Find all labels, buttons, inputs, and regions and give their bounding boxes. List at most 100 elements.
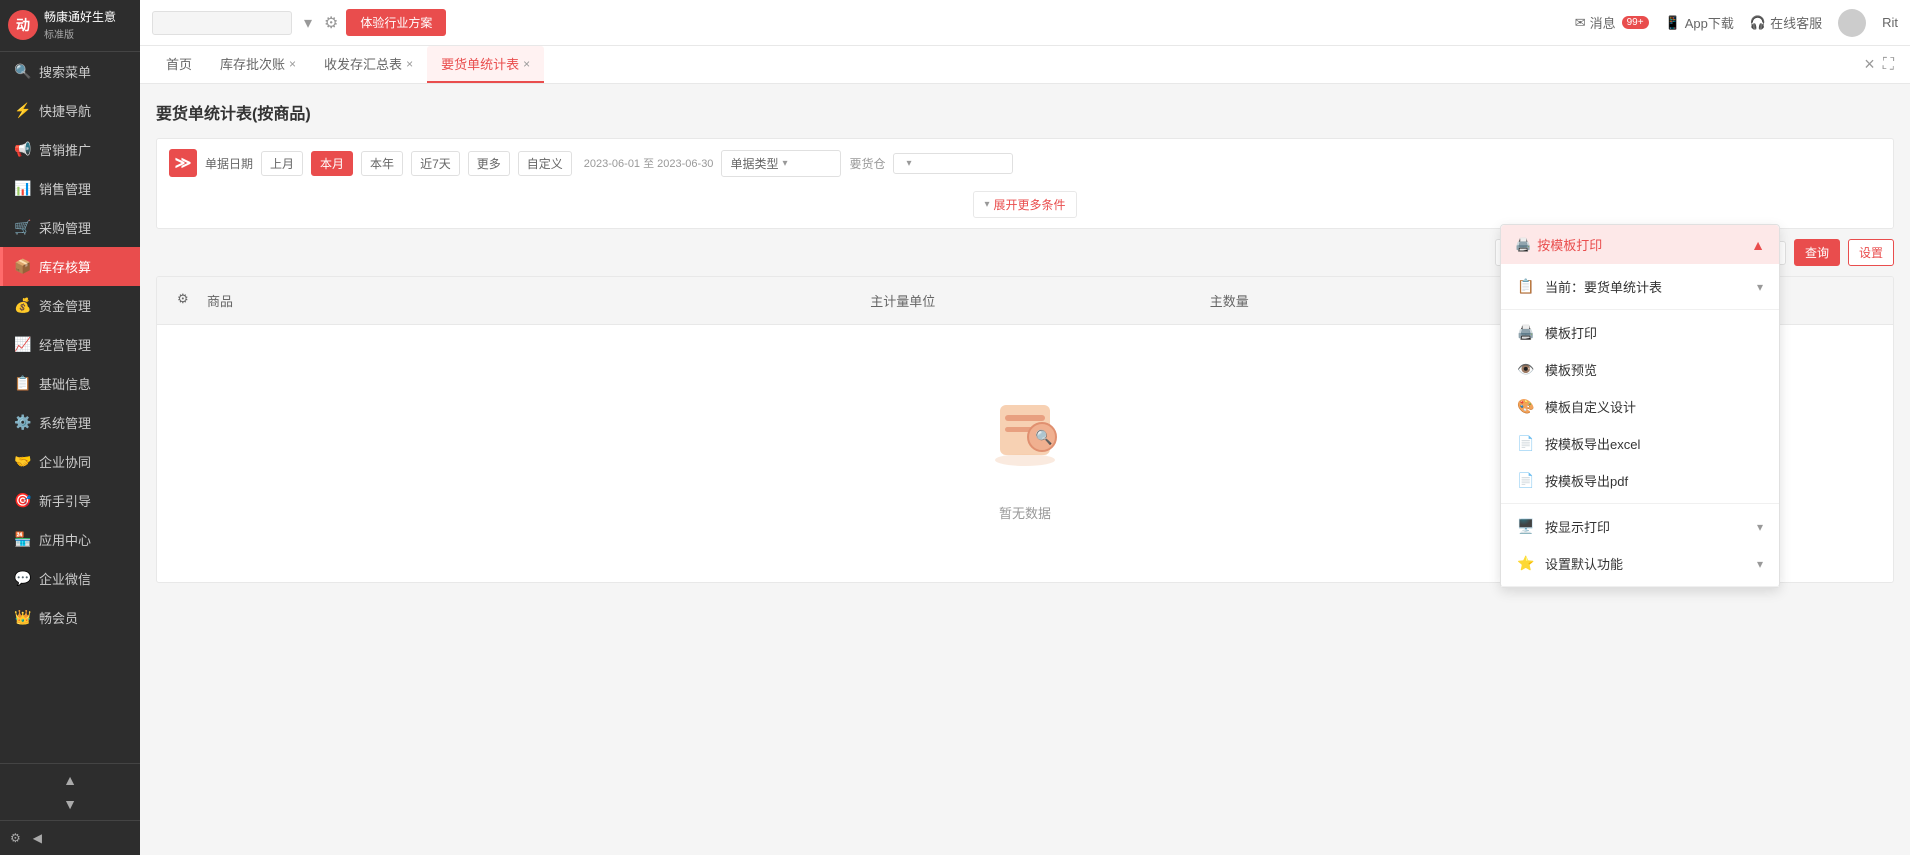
expand-filter-btn[interactable]: ▾ 展开更多条件 xyxy=(973,191,1076,218)
filter-row: ≫ 单据日期 上月 本月 本年 近7天 更多 自定义 2023-06-01 至 … xyxy=(169,149,1881,177)
sidebar-item-enterprise[interactable]: 🤝 企业协同 xyxy=(0,442,140,481)
sidebar-item-wechat[interactable]: 💬 企业微信 xyxy=(0,559,140,598)
appstore-icon: 🏪 xyxy=(13,531,33,548)
messages-badge: 99+ xyxy=(1622,16,1649,29)
message-icon: ✉ xyxy=(1575,15,1586,31)
col-gear[interactable]: ⚙ xyxy=(169,285,199,316)
online-service-btn[interactable]: 🎧 在线客服 xyxy=(1750,13,1822,32)
sidebar-logo: 动 畅康通好生意 标准版 xyxy=(0,0,140,52)
date-range-label: 2023-06-01 至 2023-06-30 xyxy=(584,155,714,171)
dropdown-item-export-pdf[interactable]: 📄 按模板导出pdf xyxy=(1501,462,1779,499)
template-preview-icon: 👁️ xyxy=(1517,361,1535,378)
dropdown-item-export-excel[interactable]: 📄 按模板导出excel xyxy=(1501,425,1779,462)
template-design-icon: 🎨 xyxy=(1517,398,1535,415)
tab-home[interactable]: 首页 xyxy=(152,46,206,83)
basic-icon: 📋 xyxy=(13,375,33,392)
current-arrow-icon: ▾ xyxy=(1757,280,1763,294)
export-excel-icon: 📄 xyxy=(1517,435,1535,452)
maximize-btn[interactable]: ⛶ xyxy=(1879,52,1898,78)
dropdown-main-items: 🖨️ 模板打印 👁️ 模板预览 🎨 模板自定义设计 📄 按模板导出excel 📄 xyxy=(1501,310,1779,504)
sidebar-item-purchase[interactable]: 🛒 采购管理 xyxy=(0,208,140,247)
expand-arrow-icon: ▾ xyxy=(984,199,989,210)
doc-type-select[interactable]: 单据类型 ▾ xyxy=(721,150,841,177)
goods-select[interactable]: ▾ xyxy=(893,153,1013,174)
tab-receipt-summary[interactable]: 收发存汇总表 × xyxy=(310,46,427,83)
service-icon: 🎧 xyxy=(1750,15,1766,31)
tab-inventory-batch[interactable]: 库存批次账 × xyxy=(206,46,310,83)
date-last-7d-btn[interactable]: 近7天 xyxy=(411,151,460,176)
operation-icon: 📈 xyxy=(13,336,33,353)
filter-toggle-btn[interactable]: ≫ xyxy=(169,149,197,177)
quick-nav-icon: ⚡ xyxy=(13,102,33,119)
sidebar-item-search[interactable]: 🔍 搜索菜单 xyxy=(0,52,140,91)
dropdown-default-func[interactable]: ⭐ 设置默认功能 ▾ xyxy=(1501,545,1779,582)
app-logo-icon: 动 xyxy=(8,10,38,40)
sidebar-scroll: ▲ ▼ xyxy=(0,763,140,820)
messages-btn[interactable]: ✉ 消息 99+ xyxy=(1575,13,1649,32)
date-more-btn[interactable]: 更多 xyxy=(468,151,510,176)
sidebar-item-finance[interactable]: 💰 资金管理 xyxy=(0,286,140,325)
col-unit: 主计量单位 xyxy=(862,285,1202,316)
dropdown-item-template-preview[interactable]: 👁️ 模板预览 xyxy=(1501,351,1779,388)
sidebar-item-sales[interactable]: 📊 销售管理 xyxy=(0,169,140,208)
app-download-btn[interactable]: 📱 App下载 xyxy=(1665,13,1734,32)
display-print-arrow-icon: ▾ xyxy=(1757,520,1763,534)
close-all-tabs-btn[interactable]: × xyxy=(1860,50,1879,79)
sidebar-item-operation[interactable]: 📈 经营管理 xyxy=(0,325,140,364)
dropdown-display-print[interactable]: 🖥️ 按显示打印 ▾ xyxy=(1501,508,1779,545)
sidebar-item-quick-nav[interactable]: ⚡ 快捷导航 xyxy=(0,91,140,130)
dropdown-title: 🖨️ 按模板打印 xyxy=(1515,235,1602,254)
settings-icon[interactable]: ⚙ xyxy=(10,831,21,845)
sales-icon: 📊 xyxy=(13,180,33,197)
date-this-month-btn[interactable]: 本月 xyxy=(311,151,353,176)
goods-arrow-icon: ▾ xyxy=(906,158,911,169)
header-gear-icon[interactable]: ⚙ xyxy=(324,13,338,33)
sidebar-item-system[interactable]: ⚙️ 系统管理 xyxy=(0,403,140,442)
sidebar-item-inventory[interactable]: 📦 库存核算 xyxy=(0,247,140,286)
settings-btn[interactable]: 设置 xyxy=(1848,239,1894,266)
scroll-down-btn[interactable]: ▼ xyxy=(59,792,81,816)
enterprise-icon: 🤝 xyxy=(13,453,33,470)
sidebar-item-appstore[interactable]: 🏪 应用中心 xyxy=(0,520,140,559)
display-print-icon: 🖥️ xyxy=(1517,518,1535,535)
doc-type-arrow-icon: ▾ xyxy=(782,158,787,169)
date-last-month-btn[interactable]: 上月 xyxy=(261,151,303,176)
tab-order-stats[interactable]: 要货单统计表 × xyxy=(427,46,544,83)
dropdown-print-icon: 🖨️ xyxy=(1515,237,1531,253)
print-dropdown-menu: 🖨️ 按模板打印 ▲ 📋 当前：要货单统计表 ▾ 🖨️ 模板打印 xyxy=(1500,224,1780,588)
search-icon: 🔍 xyxy=(13,63,33,80)
date-this-year-btn[interactable]: 本年 xyxy=(361,151,403,176)
current-icon: 📋 xyxy=(1517,278,1535,295)
global-search-input[interactable] xyxy=(152,11,292,35)
header-actions: ✉ 消息 99+ 📱 App下载 🎧 在线客服 Rit xyxy=(1575,9,1898,37)
tab-close-order-stats[interactable]: × xyxy=(523,57,530,71)
template-print-icon: 🖨️ xyxy=(1517,324,1535,341)
goods-label: 要货仓 xyxy=(849,155,885,172)
nav-dropdown-btn[interactable]: ▾ xyxy=(300,11,316,35)
sidebar-item-basic[interactable]: 📋 基础信息 xyxy=(0,364,140,403)
empty-icon: 🔍 xyxy=(980,385,1070,491)
trial-btn[interactable]: 体验行业方案 xyxy=(346,9,446,36)
sidebar-item-marketing[interactable]: 📢 营销推广 xyxy=(0,130,140,169)
dropdown-item-template-print[interactable]: 🖨️ 模板打印 xyxy=(1501,314,1779,351)
export-pdf-icon: 📄 xyxy=(1517,472,1535,489)
tab-close-inventory-batch[interactable]: × xyxy=(289,57,296,71)
tabs-bar: 首页 库存批次账 × 收发存汇总表 × 要货单统计表 × × ⛶ xyxy=(140,46,1910,84)
user-avatar[interactable] xyxy=(1838,9,1866,37)
finance-icon: 💰 xyxy=(13,297,33,314)
dropdown-current-section: 📋 当前：要货单统计表 ▾ xyxy=(1501,264,1779,310)
dropdown-close-btn[interactable]: ▲ xyxy=(1751,237,1765,253)
sidebar-item-member[interactable]: 👑 畅会员 xyxy=(0,598,140,637)
dropdown-header: 🖨️ 按模板打印 ▲ xyxy=(1501,225,1779,264)
date-custom-btn[interactable]: 自定义 xyxy=(518,151,572,176)
top-header: ▾ ⚙ 体验行业方案 ✉ 消息 99+ 📱 App下载 🎧 在线客服 Rit xyxy=(140,0,1910,46)
dropdown-item-template-design[interactable]: 🎨 模板自定义设计 xyxy=(1501,388,1779,425)
scroll-up-btn[interactable]: ▲ xyxy=(59,768,81,792)
dropdown-current-item[interactable]: 📋 当前：要货单统计表 ▾ xyxy=(1501,268,1779,305)
sidebar-item-newbie[interactable]: 🎯 新手引导 xyxy=(0,481,140,520)
tab-close-receipt-summary[interactable]: × xyxy=(406,57,413,71)
marketing-icon: 📢 xyxy=(13,141,33,158)
main-content: ▾ ⚙ 体验行业方案 ✉ 消息 99+ 📱 App下载 🎧 在线客服 Rit 首… xyxy=(140,0,1910,855)
collapse-icon[interactable]: ◀ xyxy=(33,831,42,845)
query-btn[interactable]: 查询 xyxy=(1794,239,1840,266)
